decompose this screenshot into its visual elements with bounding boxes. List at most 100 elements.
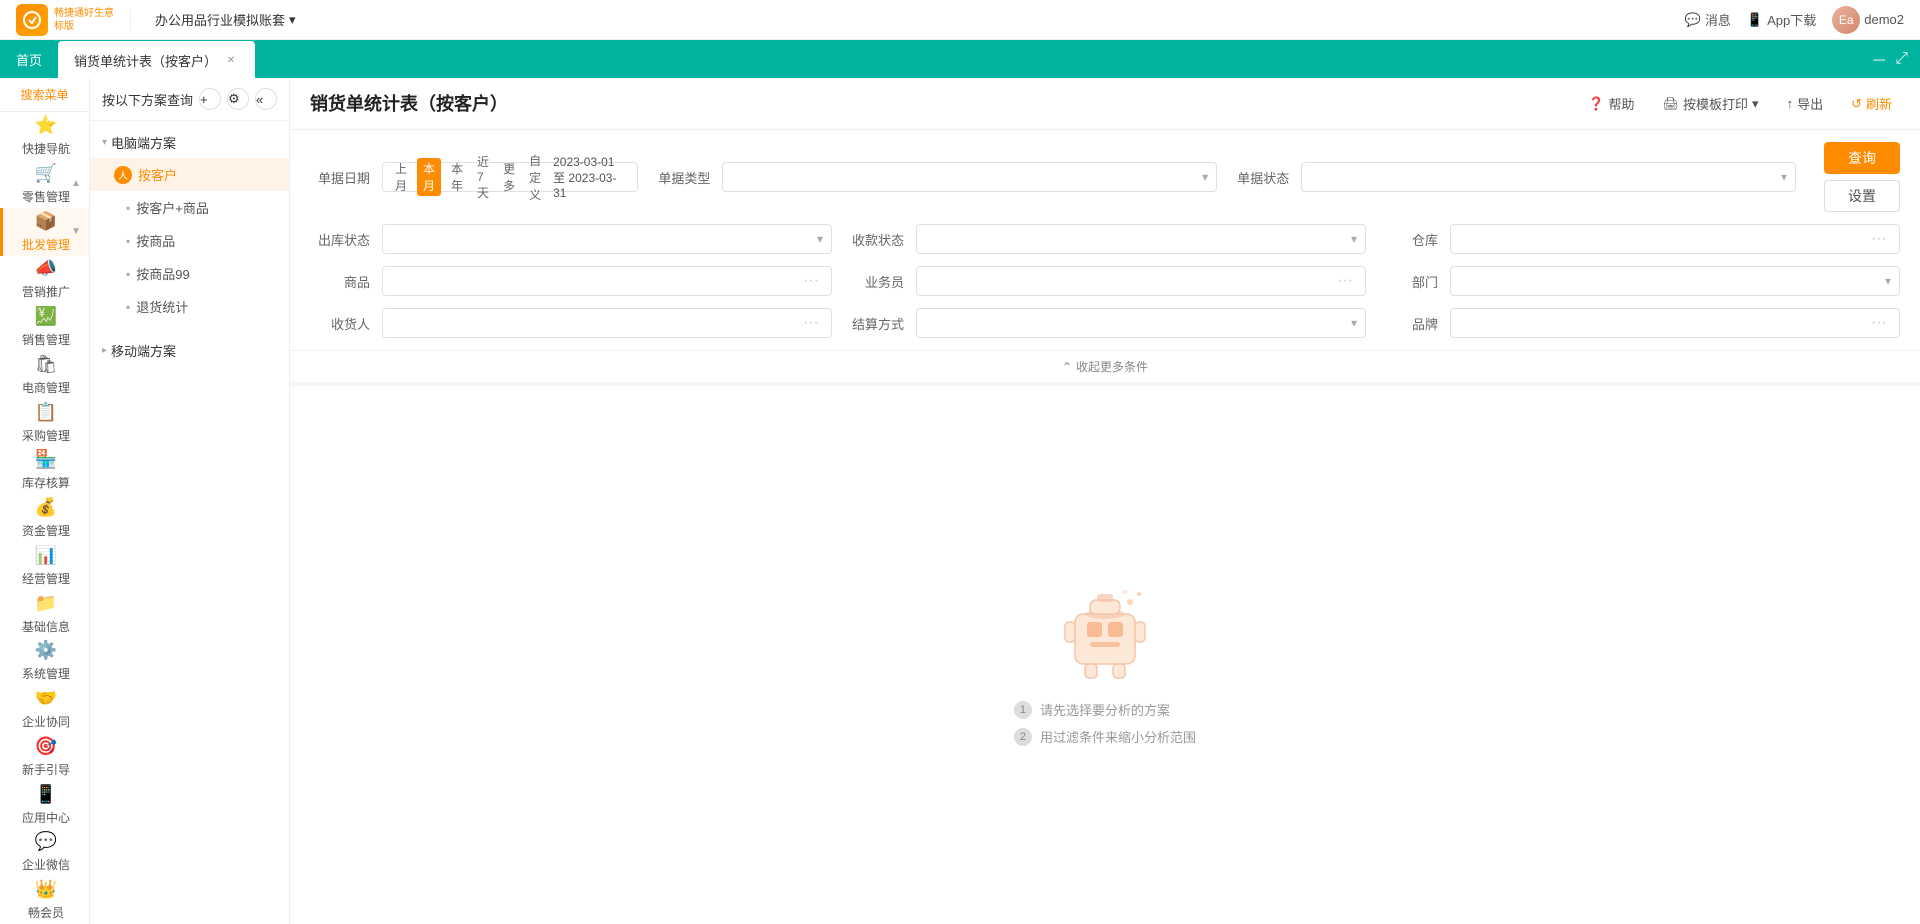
scheme-item-refund-stat[interactable]: ▪ 退货统计 (90, 290, 289, 323)
dots-icon[interactable]: ··· (1867, 230, 1891, 248)
action-btns: 查询 设置 (1824, 142, 1900, 212)
doc-type-select[interactable]: ▾ (722, 162, 1217, 192)
scheme-group-desktop-header[interactable]: ▾ 电脑端方案 (90, 127, 289, 158)
marketing-icon: 📣 (35, 258, 57, 279)
sidebar-item-ecom-mgmt[interactable]: 🛍 电商管理 (0, 351, 89, 399)
receiver-select[interactable]: ··· (382, 308, 832, 338)
scheme-item-by-goods[interactable]: ▪ 按商品 (90, 224, 289, 257)
shortcut-this-year[interactable]: 本年 (447, 158, 467, 196)
refresh-btn[interactable]: ↺ 刷新 (1843, 90, 1900, 117)
sidebar: 搜索菜单 ⭐ 快捷导航 🛒 零售管理 ▲ 📦 批发管理 ▼ 📣 营销推广 💹 销… (0, 78, 90, 924)
sidebar-item-operations-mgmt[interactable]: 📊 经营管理 (0, 542, 89, 590)
grid-icon: ▪ (126, 201, 130, 215)
basic-info-icon: 📁 (35, 593, 57, 614)
filter-row-2: 出库状态 ▾ 收款状态 ▾ 仓库 ··· (310, 224, 1900, 254)
app-center-icon: 📱 (35, 784, 57, 805)
empty-tips: 1 请先选择要分析的方案 2 用过滤条件来缩小分析范围 (1014, 700, 1196, 746)
date-label: 单据日期 (310, 168, 370, 187)
empty-tip-2: 2 用过滤条件来缩小分析范围 (1014, 727, 1196, 746)
scheme-collapse-btn[interactable]: « (255, 88, 277, 110)
sidebar-item-member[interactable]: 👑 畅会员 (0, 876, 89, 924)
sidebar-item-app-center[interactable]: 📱 应用中心 (0, 781, 89, 829)
logo-area: 畅捷通好生意 标版 (16, 4, 114, 36)
doc-status-label: 单据状态 (1229, 168, 1289, 187)
help-icon: ❓ (1588, 96, 1604, 112)
scheme-group-mobile-header[interactable]: ▸ 移动端方案 (90, 335, 289, 366)
settle-method-label: 结算方式 (844, 314, 904, 333)
tab-maximize-btn[interactable]: ⤢ (1895, 50, 1908, 68)
shortcut-more[interactable]: 更多 (499, 158, 519, 196)
app-selector[interactable]: 办公用品行业模拟账套 ▾ (147, 6, 304, 33)
dots-icon[interactable]: ··· (799, 272, 823, 290)
export-btn[interactable]: ↑ 导出 (1779, 90, 1832, 117)
salesperson-label: 业务员 (844, 272, 904, 291)
sales-icon: 💹 (35, 306, 57, 327)
dropdown-icon: ▾ (1752, 96, 1759, 112)
date-range-value: 2023-03-01 至 2023-03-31 (553, 155, 629, 200)
app-download-btn[interactable]: 📱 App下载 (1747, 10, 1816, 29)
scheme-add-btn[interactable]: + (199, 88, 221, 110)
settings-btn[interactable]: 设置 (1824, 180, 1900, 212)
sidebar-item-enterprise-wechat[interactable]: 💬 企业微信 (0, 829, 89, 877)
sidebar-item-retail-mgmt[interactable]: 🛒 零售管理 ▲ (0, 160, 89, 208)
chevron-icon: ▾ (1885, 274, 1891, 288)
scheme-item-by-customer[interactable]: 人 按客户 (90, 158, 289, 191)
sidebar-item-marketing[interactable]: 📣 营销推广 (0, 256, 89, 304)
goods-select[interactable]: ··· (382, 266, 832, 296)
date-range-input[interactable]: 上月 本月 本年 近7天 更多 自定义 2023-03-01 至 2023-03… (382, 162, 638, 192)
out-status-select[interactable]: ▾ (382, 224, 832, 254)
header-left: 畅捷通好生意 标版 办公用品行业模拟账套 ▾ (16, 4, 304, 36)
shortcut-this-month[interactable]: 本月 (417, 158, 441, 196)
sidebar-item-purchase-mgmt[interactable]: 📋 采购管理 (0, 399, 89, 447)
sidebar-item-basic-info[interactable]: 📁 基础信息 (0, 590, 89, 638)
shortcut-last-month[interactable]: 上月 (391, 158, 411, 196)
query-btn[interactable]: 查询 (1824, 142, 1900, 174)
scheme-item-by-goods-99[interactable]: ▪ 按商品99 (90, 257, 289, 290)
wechat-icon: 💬 (35, 831, 57, 852)
warehouse-select[interactable]: ··· (1450, 224, 1900, 254)
sidebar-item-system-mgmt[interactable]: ⚙️ 系统管理 (0, 638, 89, 686)
chevron-down-icon: ▾ (102, 137, 107, 148)
grid3-icon: ▪ (126, 267, 130, 281)
doc-status-select[interactable]: ▾ (1301, 162, 1796, 192)
sidebar-item-new-guide[interactable]: 🎯 新手引导 (0, 733, 89, 781)
sidebar-item-enterprise-collab[interactable]: 🤝 企业协同 (0, 685, 89, 733)
sidebar-item-wholesale-mgmt[interactable]: 📦 批发管理 ▼ (0, 208, 89, 256)
tab-home[interactable]: 首页 (0, 40, 58, 78)
tab-sales-stat[interactable]: 销货单统计表（按客户） ✕ (58, 41, 255, 79)
salesperson-select[interactable]: ··· (916, 266, 1366, 296)
dots-icon[interactable]: ··· (799, 314, 823, 332)
empty-illustration (1045, 564, 1165, 684)
user-menu[interactable]: Ea demo2 (1832, 6, 1904, 34)
brand-label: 品牌 (1378, 314, 1438, 333)
sidebar-search[interactable]: 搜索菜单 (0, 78, 89, 112)
sidebar-item-inventory[interactable]: 🏪 库存核算 (0, 447, 89, 495)
receipt-status-select[interactable]: ▾ (916, 224, 1366, 254)
top-header: 畅捷通好生意 标版 办公用品行业模拟账套 ▾ 💬 消息 📱 App下载 Ea d… (0, 0, 1920, 40)
help-btn[interactable]: ❓ 帮助 (1580, 90, 1642, 117)
dots-icon[interactable]: ··· (1333, 272, 1357, 290)
template-print-btn[interactable]: 🖨 按模板打印 ▾ (1655, 90, 1767, 117)
sidebar-item-nav[interactable]: ⭐ 快捷导航 (0, 112, 89, 160)
tab-close-btn[interactable]: ✕ (223, 52, 239, 68)
scheme-panel-header: 按以下方案查询 + ⚙ « (90, 78, 289, 121)
warehouse-label: 仓库 (1378, 230, 1438, 249)
messages-btn[interactable]: 💬 消息 (1685, 10, 1731, 29)
doc-type-label: 单据类型 (650, 168, 710, 187)
collapse-bar[interactable]: ⌃ 收起更多条件 (290, 350, 1920, 382)
scheme-item-by-customer-goods[interactable]: ▪ 按客户+商品 (90, 191, 289, 224)
purchase-icon: 📋 (35, 402, 57, 423)
department-select[interactable]: ▾ (1450, 266, 1900, 296)
dots-icon[interactable]: ··· (1867, 314, 1891, 332)
sidebar-item-finance-mgmt[interactable]: 💰 资金管理 (0, 494, 89, 542)
settle-method-select[interactable]: ▾ (916, 308, 1366, 338)
tab-minimize-btn[interactable]: － (1871, 47, 1887, 71)
brand-select[interactable]: ··· (1450, 308, 1900, 338)
shortcut-7days[interactable]: 近7天 (473, 151, 493, 203)
shortcut-custom[interactable]: 自定义 (525, 150, 545, 205)
scheme-settings-btn[interactable]: ⚙ (227, 88, 249, 110)
filter-row-3: 商品 ··· 业务员 ··· 部门 ▾ (310, 266, 1900, 296)
goods-label: 商品 (310, 272, 370, 291)
sidebar-item-sales-mgmt[interactable]: 💹 销售管理 (0, 303, 89, 351)
content-area: 销货单统计表（按客户） ❓ 帮助 🖨 按模板打印 ▾ ↑ 导出 ↺ 刷新 (290, 78, 1920, 924)
